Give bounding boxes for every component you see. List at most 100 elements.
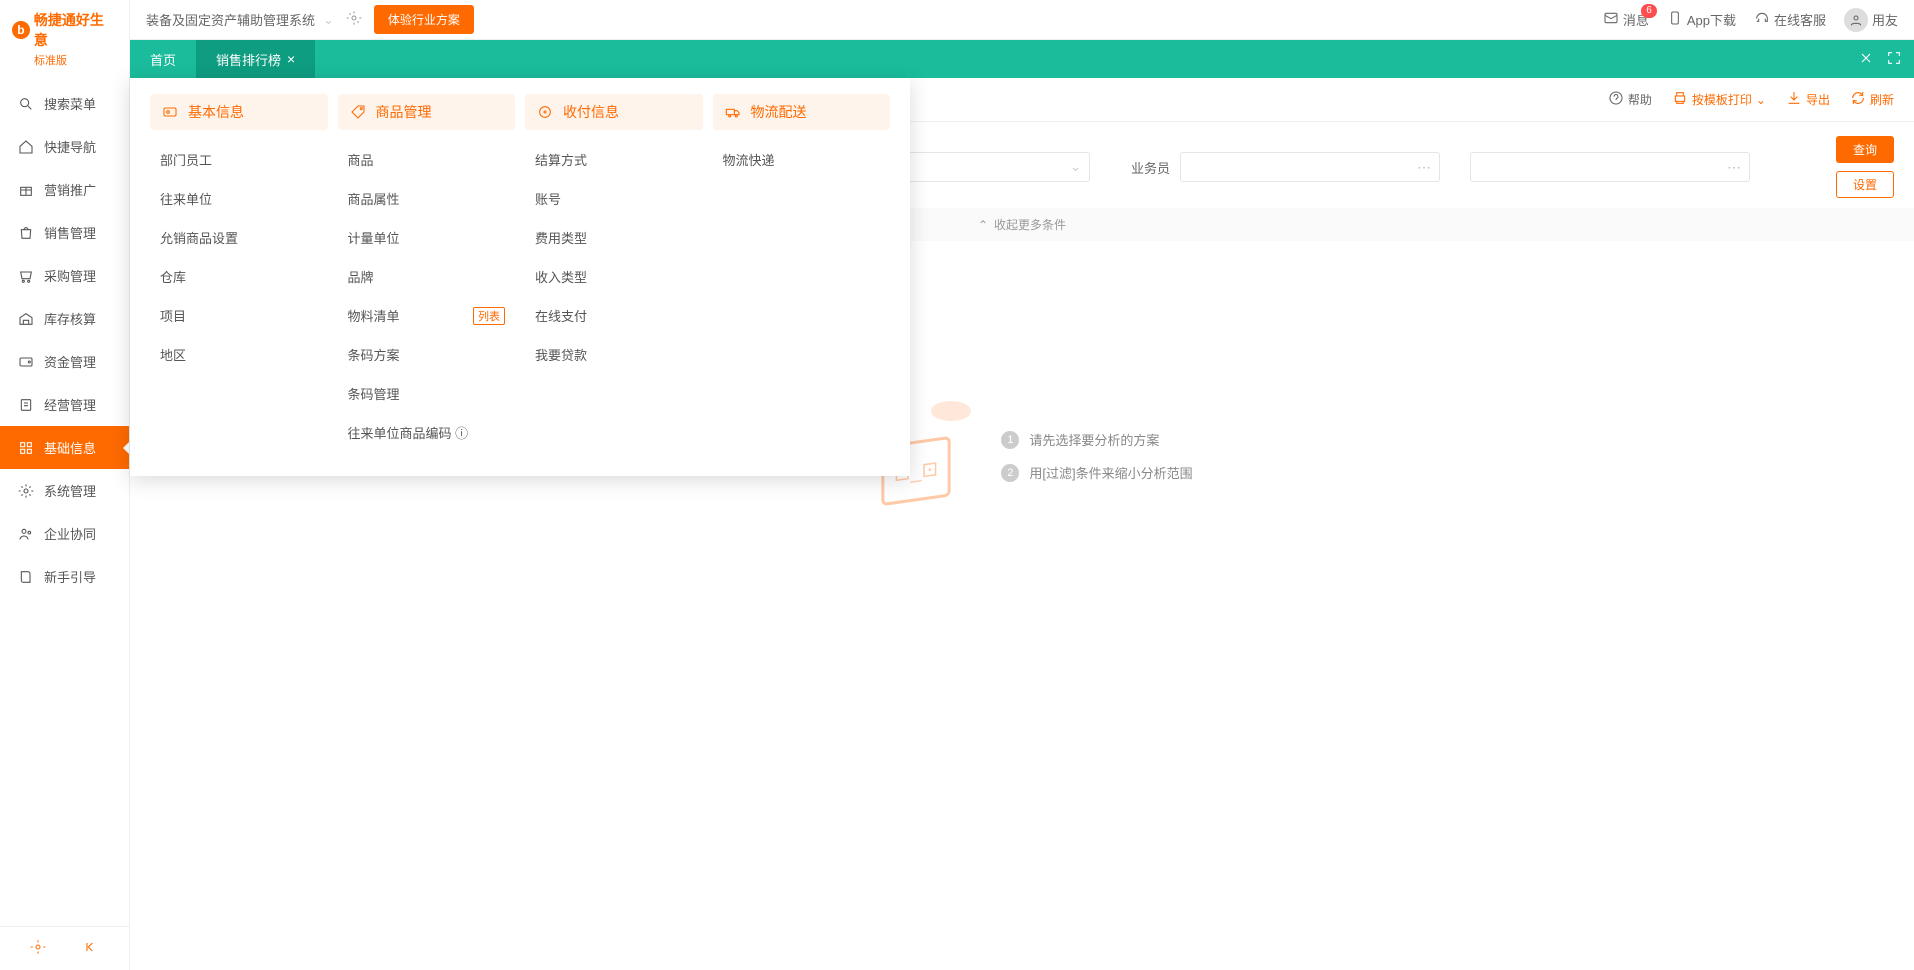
mega-item[interactable]: 我要贷款 — [525, 335, 703, 374]
sidebar: b 畅捷通好生意 标准版 搜索菜单 快捷导航 营销推广 销售管理 — [0, 0, 130, 970]
coin-icon — [535, 102, 555, 122]
export-button[interactable]: 导出 — [1786, 90, 1830, 109]
mega-item[interactable]: 费用类型 — [525, 218, 703, 257]
print-label: 按模板打印 — [1692, 91, 1752, 108]
refresh-button[interactable]: 刷新 — [1850, 90, 1894, 109]
main: 装备及固定资产辅助管理系统 ⌄ 体验行业方案 消息 6 App下载 在线客服 — [130, 0, 1914, 970]
mega-item[interactable]: 项目 — [150, 296, 328, 335]
print-button[interactable]: 按模板打印 ⌄ — [1672, 90, 1766, 109]
sidebar-item-sales[interactable]: 销售管理 — [0, 211, 129, 254]
mega-item[interactable]: 商品 — [338, 140, 516, 179]
bag-icon — [18, 225, 34, 241]
sidebar-item-label: 营销推广 — [44, 180, 96, 199]
more-icon[interactable]: ⋯ — [1417, 159, 1431, 176]
filter-salesperson-input[interactable]: ⋯ — [1180, 152, 1440, 182]
sidebar-item-inventory[interactable]: 库存核算 — [0, 297, 129, 340]
mega-item[interactable]: 品牌 — [338, 257, 516, 296]
gift-icon — [18, 182, 34, 198]
user-menu[interactable]: 用友 — [1844, 8, 1898, 32]
sidebar-item-quicknav[interactable]: 快捷导航 — [0, 125, 129, 168]
mega-item[interactable]: 结算方式 — [525, 140, 703, 179]
system-selector[interactable]: 装备及固定资产辅助管理系统 ⌄ — [146, 10, 334, 29]
sidebar-item-label: 资金管理 — [44, 352, 96, 371]
sidebar-item-search[interactable]: 搜索菜单 — [0, 82, 129, 125]
mega-col-logistics: 物流配送 物流快递 — [713, 94, 891, 452]
mega-col-basic: 基本信息 部门员工 往来单位 允销商品设置 仓库 项目 地区 — [150, 94, 328, 452]
mega-item[interactable]: 条码管理 — [338, 374, 516, 413]
phone-icon — [1667, 10, 1683, 29]
sidebar-item-purchase[interactable]: 采购管理 — [0, 254, 129, 297]
mega-item[interactable]: 物流快递 — [713, 140, 891, 179]
sidebar-item-business[interactable]: 经营管理 — [0, 383, 129, 426]
filter-buttons: 查询 设置 — [1836, 136, 1894, 198]
online-service-button[interactable]: 在线客服 — [1754, 10, 1826, 29]
brand-edition: 标准版 — [34, 52, 117, 68]
clipboard-icon — [18, 397, 34, 413]
mega-item[interactable]: 物料清单列表 — [338, 296, 516, 335]
sidebar-item-funds[interactable]: 资金管理 — [0, 340, 129, 383]
list-tag: 列表 — [473, 307, 505, 325]
tab-sales-ranking[interactable]: 销售排行榜 × — [196, 40, 315, 78]
logo-icon: b — [12, 21, 30, 39]
sidebar-item-basicinfo[interactable]: 基础信息 — [0, 426, 129, 469]
mega-item[interactable]: 计量单位 — [338, 218, 516, 257]
mega-col-payment: 收付信息 结算方式 账号 费用类型 收入类型 在线支付 我要贷款 — [525, 94, 703, 452]
settings-icon[interactable] — [346, 10, 362, 29]
sidebar-item-label: 搜索菜单 — [44, 94, 96, 113]
app-download-label: App下载 — [1687, 10, 1736, 29]
sidebar-item-system[interactable]: 系统管理 — [0, 469, 129, 512]
mega-item[interactable]: 仓库 — [150, 257, 328, 296]
sidebar-item-label: 基础信息 — [44, 438, 96, 457]
mega-header-basic: 基本信息 — [150, 94, 328, 130]
app-download-button[interactable]: App下载 — [1667, 10, 1736, 29]
query-button[interactable]: 查询 — [1836, 136, 1894, 163]
id-card-icon — [160, 102, 180, 122]
mega-item[interactable]: 部门员工 — [150, 140, 328, 179]
mega-title: 物流配送 — [751, 102, 807, 122]
sidebar-item-label: 采购管理 — [44, 266, 96, 285]
mega-item[interactable]: 账号 — [525, 179, 703, 218]
close-icon[interactable]: × — [287, 51, 295, 67]
mega-item[interactable]: 收入类型 — [525, 257, 703, 296]
step-number: 1 — [1001, 431, 1019, 449]
help-button[interactable]: 帮助 — [1608, 90, 1652, 109]
filter-salesperson: 业务员 ⋯ — [1120, 136, 1440, 198]
chevron-up-icon: ⌃ — [978, 218, 988, 232]
sidebar-item-collab[interactable]: 企业协同 — [0, 512, 129, 555]
mega-header-payment: 收付信息 — [525, 94, 703, 130]
more-icon[interactable]: ⋯ — [1727, 159, 1741, 176]
sidebar-item-label: 新手引导 — [44, 567, 96, 586]
mega-item[interactable]: 条码方案 — [338, 335, 516, 374]
collapse-label: 收起更多条件 — [994, 216, 1066, 233]
mega-item[interactable]: 往来单位 — [150, 179, 328, 218]
experience-button[interactable]: 体验行业方案 — [374, 5, 474, 34]
service-label: 在线客服 — [1774, 10, 1826, 29]
mega-title: 商品管理 — [376, 102, 432, 122]
mega-item[interactable]: 商品属性 — [338, 179, 516, 218]
collapse-icon[interactable] — [83, 939, 99, 958]
topbar-right: 消息 6 App下载 在线客服 用友 — [1603, 8, 1898, 32]
username: 用友 — [1872, 10, 1898, 29]
sidebar-item-marketing[interactable]: 营销推广 — [0, 168, 129, 211]
filter-field3: ⋯ — [1470, 136, 1750, 198]
reset-button[interactable]: 设置 — [1836, 171, 1894, 198]
mega-header-product: 商品管理 — [338, 94, 516, 130]
messages-button[interactable]: 消息 6 — [1603, 10, 1649, 29]
fullscreen-icon[interactable] — [1886, 50, 1902, 69]
sidebar-item-guide[interactable]: 新手引导 — [0, 555, 129, 598]
mega-title: 收付信息 — [563, 102, 619, 122]
gear-icon — [18, 483, 34, 499]
filter-field3-input[interactable]: ⋯ — [1470, 152, 1750, 182]
mega-item[interactable]: 允销商品设置 — [150, 218, 328, 257]
mega-item[interactable]: 往来单位商品编码 ⓘ — [338, 413, 516, 452]
mega-item[interactable]: 在线支付 — [525, 296, 703, 335]
close-all-icon[interactable] — [1858, 50, 1874, 69]
tab-home[interactable]: 首页 — [130, 40, 196, 78]
settings-icon[interactable] — [30, 939, 46, 958]
mega-item[interactable]: 地区 — [150, 335, 328, 374]
message-icon — [1603, 10, 1619, 29]
team-icon — [18, 526, 34, 542]
empty-step-2: 2 用[过滤]条件来缩小分析范围 — [1001, 463, 1192, 482]
message-badge: 6 — [1641, 4, 1657, 18]
empty-steps: 1 请先选择要分析的方案 2 用[过滤]条件来缩小分析范围 — [1001, 430, 1192, 482]
